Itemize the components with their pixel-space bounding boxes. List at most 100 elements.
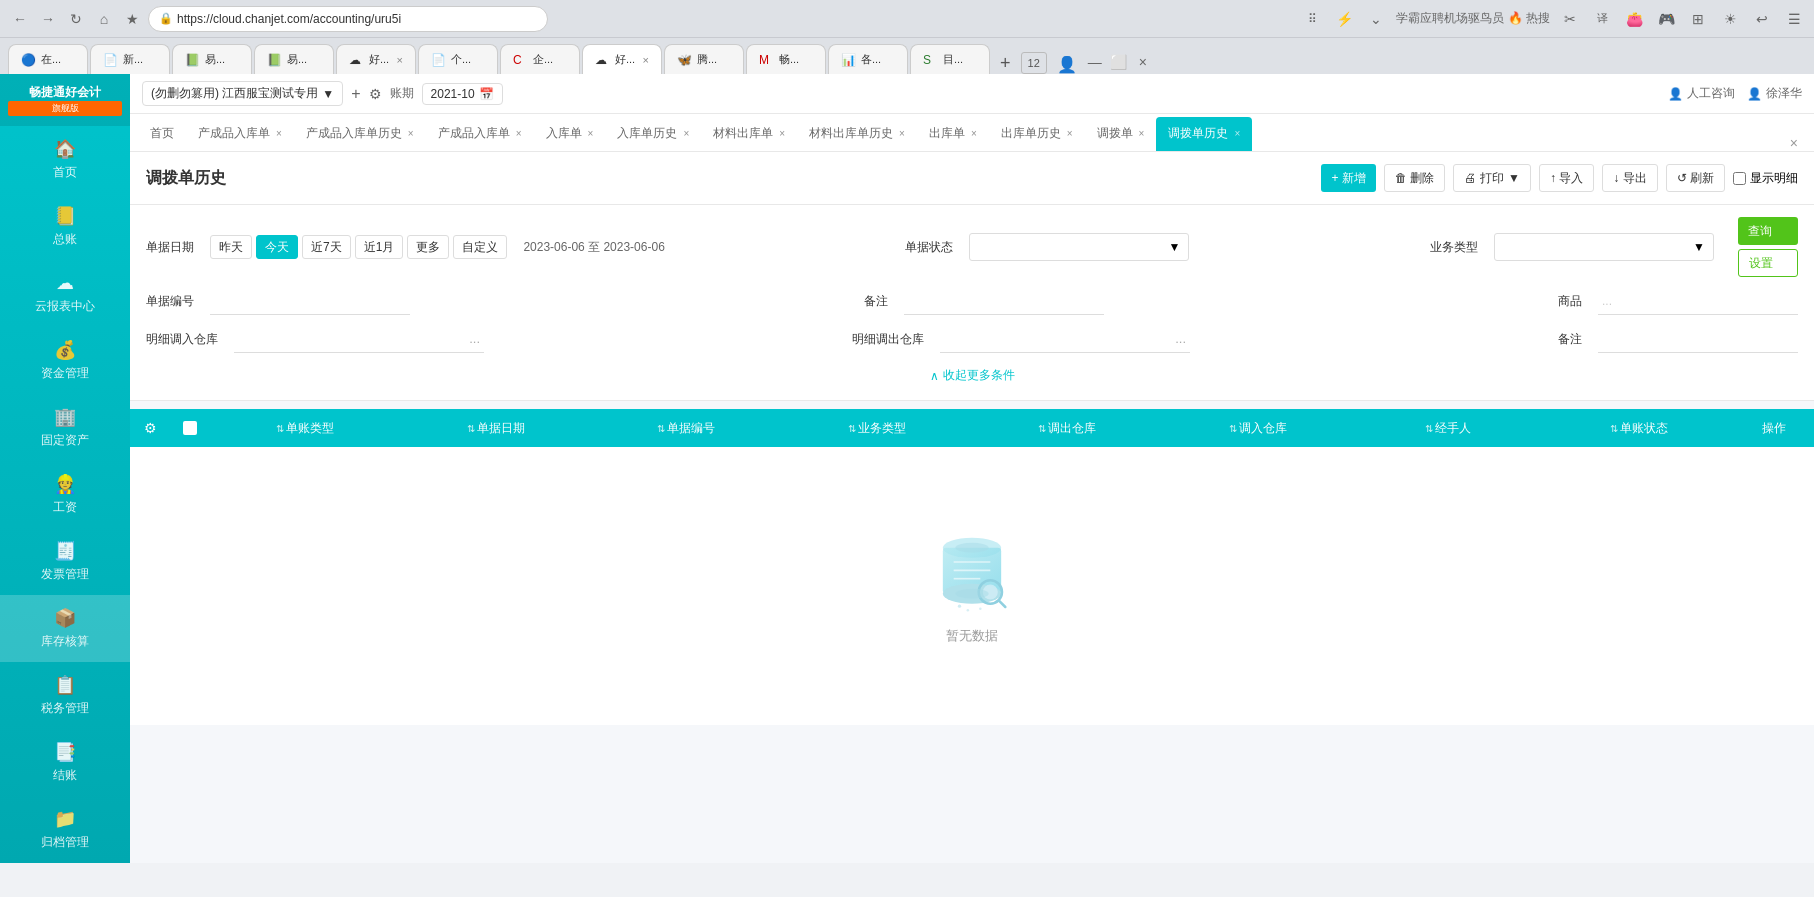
browser-tab-3[interactable]: 📗 易... bbox=[172, 44, 252, 74]
tab-finished-in[interactable]: 产成品入库单 × bbox=[186, 117, 294, 151]
tab-transfer[interactable]: 调拨单 × bbox=[1085, 117, 1157, 151]
settings-icon[interactable]: ☰ bbox=[1782, 7, 1806, 31]
close-btn[interactable]: × bbox=[1131, 50, 1155, 74]
minimize-btn[interactable]: — bbox=[1083, 50, 1107, 74]
th-checkbox[interactable] bbox=[170, 421, 210, 435]
more-menu[interactable]: ⌄ bbox=[1364, 7, 1388, 31]
tab-material-out-close[interactable]: × bbox=[779, 128, 785, 139]
new-tab-btn[interactable]: + bbox=[992, 53, 1019, 74]
tab-in-order-close[interactable]: × bbox=[588, 128, 594, 139]
tab-material-out[interactable]: 材料出库单 × bbox=[701, 117, 797, 151]
sidebar-item-home[interactable]: 🏠 首页 bbox=[0, 126, 130, 193]
th-gear[interactable]: ⚙ bbox=[130, 420, 170, 436]
tab-finished-in-history[interactable]: 产成品入库单历史 × bbox=[294, 117, 426, 151]
nav-star[interactable]: ★ bbox=[120, 7, 144, 31]
filter-settings-btn[interactable]: 设置 bbox=[1738, 249, 1798, 277]
browser-tab-2[interactable]: 📄 新... bbox=[90, 44, 170, 74]
theme-icon[interactable]: ☀ bbox=[1718, 7, 1742, 31]
date-7days[interactable]: 近7天 bbox=[302, 235, 351, 259]
more-btn[interactable]: ⚡ bbox=[1332, 7, 1356, 31]
company-selector[interactable]: (勿删勿篡用) 江西服宝测试专用 ▼ bbox=[142, 81, 343, 106]
th-doc-type[interactable]: ⇅ 单账类型 bbox=[210, 420, 401, 437]
tab5-close[interactable]: × bbox=[397, 54, 403, 66]
in-warehouse-more[interactable]: ... bbox=[469, 331, 480, 346]
tab-transfer-history-close[interactable]: × bbox=[1234, 128, 1240, 139]
browser-tab-1[interactable]: 🔵 在... bbox=[8, 44, 88, 74]
browser-tab-12[interactable]: S 目... bbox=[910, 44, 990, 74]
cut-icon[interactable]: ✂ bbox=[1558, 7, 1582, 31]
nav-forward[interactable]: → bbox=[36, 7, 60, 31]
nav-home[interactable]: ⌂ bbox=[92, 7, 116, 31]
search-bar[interactable]: 学霸应聘机场驱鸟员 🔥 热搜 bbox=[1396, 10, 1550, 27]
tab-finished-in-close[interactable]: × bbox=[276, 128, 282, 139]
extensions-btn[interactable]: ⠿ bbox=[1300, 7, 1324, 31]
sidebar-item-closeaccount[interactable]: 📑 结账 bbox=[0, 729, 130, 796]
period-selector[interactable]: 2021-10 📅 bbox=[422, 83, 503, 105]
tab-finished-in2-close[interactable]: × bbox=[516, 128, 522, 139]
browser-tab-9[interactable]: 🦋 腾... bbox=[664, 44, 744, 74]
sidebar-item-archive[interactable]: 📁 归档管理 bbox=[0, 796, 130, 863]
sidebar-item-ledger[interactable]: 📒 总账 bbox=[0, 193, 130, 260]
tab-out-history-close[interactable]: × bbox=[1067, 128, 1073, 139]
wallet-icon[interactable]: 👛 bbox=[1622, 7, 1646, 31]
user-btn[interactable]: 👤 徐泽华 bbox=[1747, 85, 1802, 102]
sidebar-item-tax[interactable]: 📋 税务管理 bbox=[0, 662, 130, 729]
browser-tab-11[interactable]: 📊 各... bbox=[828, 44, 908, 74]
out-warehouse-input[interactable]: ... bbox=[940, 325, 1190, 353]
browser-tab-5[interactable]: ☁ 好... × bbox=[336, 44, 416, 74]
tab-transfer-close[interactable]: × bbox=[1139, 128, 1145, 139]
tab-in-history-close[interactable]: × bbox=[683, 128, 689, 139]
status-select[interactable]: ▼ bbox=[969, 233, 1189, 261]
service-btn[interactable]: 👤 人工咨询 bbox=[1668, 85, 1735, 102]
refresh-btn[interactable]: ↺ 刷新 bbox=[1666, 164, 1725, 192]
goods-input[interactable]: ... bbox=[1598, 287, 1798, 315]
date-today[interactable]: 今天 bbox=[256, 235, 298, 259]
tab-home[interactable]: 首页 bbox=[138, 117, 186, 151]
maximize-btn[interactable]: ⬜ bbox=[1107, 50, 1131, 74]
collapse-btn[interactable]: ∧ 收起更多条件 bbox=[930, 367, 1015, 384]
tab-count[interactable]: 12 bbox=[1021, 52, 1047, 74]
in-warehouse-input[interactable]: ... bbox=[234, 325, 484, 353]
date-yesterday[interactable]: 昨天 bbox=[210, 235, 252, 259]
remark-input[interactable] bbox=[904, 287, 1104, 315]
note-input[interactable] bbox=[1598, 325, 1798, 353]
sidebar-item-capital[interactable]: 💰 资金管理 bbox=[0, 327, 130, 394]
browser-tab-10[interactable]: M 畅... bbox=[746, 44, 826, 74]
type-select[interactable]: ▼ bbox=[1494, 233, 1714, 261]
th-status[interactable]: ⇅ 单账状态 bbox=[1544, 420, 1735, 437]
nav-refresh[interactable]: ↻ bbox=[64, 7, 88, 31]
address-bar[interactable]: 🔒 https://cloud.chanjet.com/accounting/u… bbox=[148, 6, 548, 32]
display-checkbox[interactable] bbox=[1733, 172, 1746, 185]
company-settings-btn[interactable]: ⚙ bbox=[369, 86, 382, 102]
tab-out-order[interactable]: 出库单 × bbox=[917, 117, 989, 151]
apps-icon[interactable]: ⊞ bbox=[1686, 7, 1710, 31]
th-doc-no[interactable]: ⇅ 单据编号 bbox=[591, 420, 782, 437]
tab-in-order[interactable]: 入库单 × bbox=[534, 117, 606, 151]
browser-tab-4[interactable]: 📗 易... bbox=[254, 44, 334, 74]
delete-btn[interactable]: 🗑 删除 bbox=[1384, 164, 1445, 192]
th-in-warehouse[interactable]: ⇅ 调入仓库 bbox=[1163, 420, 1354, 437]
sidebar-item-inventory[interactable]: 📦 库存核算 bbox=[0, 595, 130, 662]
docno-input[interactable] bbox=[210, 287, 410, 315]
game-icon[interactable]: 🎮 bbox=[1654, 7, 1678, 31]
tab-in-history[interactable]: 入库单历史 × bbox=[605, 117, 701, 151]
print-btn[interactable]: 🖨 打印 ▼ bbox=[1453, 164, 1531, 192]
nav-back[interactable]: ← bbox=[8, 7, 32, 31]
date-1month[interactable]: 近1月 bbox=[355, 235, 404, 259]
tab-out-history[interactable]: 出库单历史 × bbox=[989, 117, 1085, 151]
date-more[interactable]: 更多 bbox=[407, 235, 449, 259]
tab-out-order-close[interactable]: × bbox=[971, 128, 977, 139]
th-out-warehouse[interactable]: ⇅ 调出仓库 bbox=[972, 420, 1163, 437]
new-btn[interactable]: + 新增 bbox=[1321, 164, 1375, 192]
sidebar-item-invoice[interactable]: 🧾 发票管理 bbox=[0, 528, 130, 595]
export-btn[interactable]: ↓ 导出 bbox=[1602, 164, 1657, 192]
browser-tab-6[interactable]: 📄 个... bbox=[418, 44, 498, 74]
tab-material-out-history-close[interactable]: × bbox=[899, 128, 905, 139]
sidebar-item-fixed-assets[interactable]: 🏢 固定资产 bbox=[0, 394, 130, 461]
translate-icon[interactable]: 译 bbox=[1590, 7, 1614, 31]
th-handler[interactable]: ⇅ 经手人 bbox=[1353, 420, 1544, 437]
add-company-btn[interactable]: + bbox=[351, 85, 360, 103]
tab-finished-in-history-close[interactable]: × bbox=[408, 128, 414, 139]
th-biz-type[interactable]: ⇅ 业务类型 bbox=[782, 420, 973, 437]
tab-transfer-history[interactable]: 调拨单历史 × bbox=[1156, 117, 1252, 151]
